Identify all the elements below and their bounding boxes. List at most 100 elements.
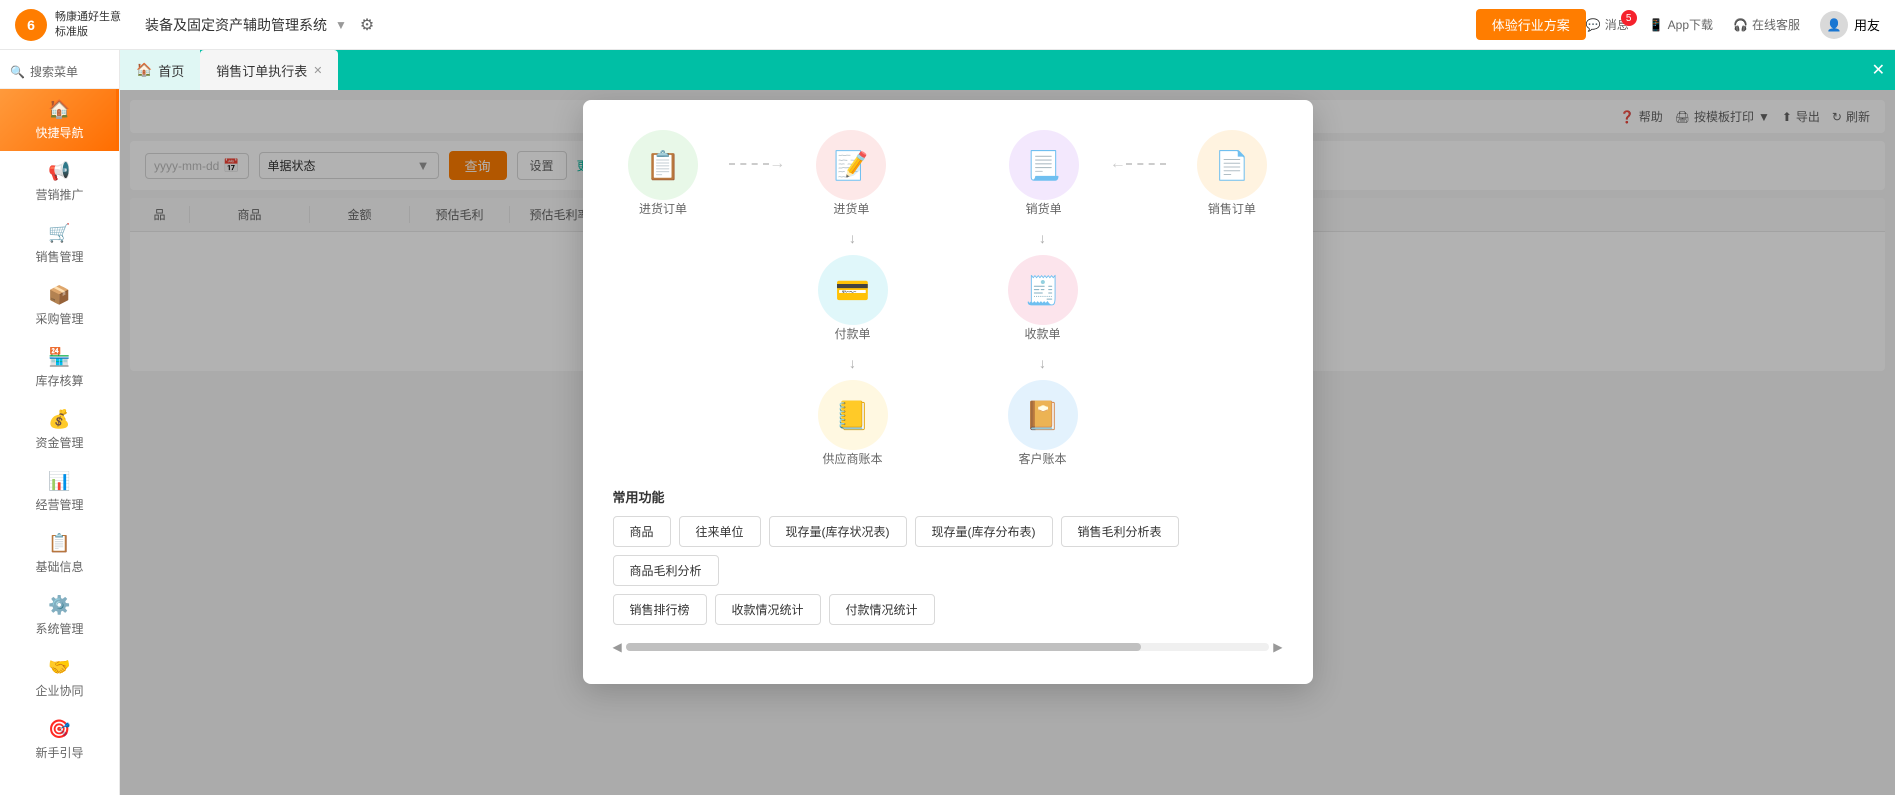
settings-gear-btn[interactable]: ⚙ (360, 15, 374, 35)
experience-btn[interactable]: 体验行业方案 (1476, 9, 1586, 40)
sidebar-item-purchase[interactable]: 📦 采购管理 (0, 275, 119, 337)
sidebar-item-quick-nav[interactable]: 🏠 快捷导航 (0, 89, 119, 151)
sidebar-label-newbie: 新手引导 (35, 744, 83, 761)
purchase-bill-icon: 📝 (834, 149, 869, 182)
func-btn-0[interactable]: 商品 (613, 516, 671, 547)
basic-info-icon: 📋 (48, 533, 70, 554)
func-btn-4[interactable]: 销售毛利分析表 (1061, 516, 1179, 547)
phone-icon: 📱 (1649, 18, 1664, 32)
online-service-btn[interactable]: 🎧 在线客服 (1733, 16, 1800, 33)
payment-circle[interactable]: 💳 (818, 255, 888, 325)
sidebar-item-inventory[interactable]: 🏪 库存核算 (0, 337, 119, 399)
sidebar-item-enterprise[interactable]: 🤝 企业协同 (0, 647, 119, 709)
flow-top-section: 📋 进货订单 → 📝 (613, 130, 1283, 217)
purchase-order-icon: 📋 (646, 149, 681, 182)
sp2 (728, 350, 788, 376)
scroll-right-btn[interactable]: ▶ (1273, 640, 1282, 654)
system-dropdown-btn[interactable]: ▼ (335, 18, 347, 32)
sidebar-label-finance: 资金管理 (35, 434, 83, 451)
flow-item-sales-order[interactable]: 📄 销售订单 (1197, 130, 1267, 217)
home-tab-icon: 🏠 (136, 62, 152, 78)
sidebar-label-basic-info: 基础信息 (35, 558, 83, 575)
tab-close-btn[interactable]: ✕ (313, 64, 322, 77)
sidebar-label-inventory: 库存核算 (35, 372, 83, 389)
system-title-area: 装备及固定资产辅助管理系统 ▼ ⚙ (145, 15, 1476, 35)
headset-icon: 🎧 (1733, 18, 1748, 32)
tab-sales-order-exec[interactable]: 销售订单执行表 ✕ (200, 50, 338, 90)
sidebar-label-quick-nav: 快捷导航 (35, 124, 83, 141)
main-layout: 🔍 搜索菜单 🏠 快捷导航 📢 营销推广 🛒 销售管理 📦 采购管理 🏪 库存核… (0, 50, 1895, 795)
message-btn[interactable]: 💬 消息 5 (1586, 16, 1629, 33)
purchase-order-label: 进货订单 (639, 200, 687, 217)
sp1 (628, 350, 698, 376)
scrollbar-track[interactable] (626, 643, 1270, 651)
username: 用友 (1854, 15, 1880, 34)
tab-home[interactable]: 🏠 首页 (120, 50, 200, 90)
customer-circle[interactable]: 📔 (1008, 380, 1078, 450)
sidebar-item-operations[interactable]: 📊 经营管理 (0, 461, 119, 523)
top-header: 6 畅康通好生意 标准版 装备及固定资产辅助管理系统 ▼ ⚙ 体验行业方案 💬 … (0, 0, 1895, 50)
sidebar-item-sales[interactable]: 🛒 销售管理 (0, 213, 119, 275)
logo-text: 畅康通好生意 标准版 (55, 10, 121, 39)
modal-overlay[interactable]: 📋 进货订单 → 📝 (120, 90, 1895, 795)
customer-label: 客户账本 (1018, 450, 1066, 467)
sidebar-item-finance[interactable]: 💰 资金管理 (0, 399, 119, 461)
sidebar-label-sales: 销售管理 (35, 248, 83, 265)
scroll-area: ◀ ▶ (613, 640, 1283, 654)
header-right: 💬 消息 5 📱 App下载 🎧 在线客服 👤 用友 (1586, 11, 1880, 39)
sales-order-label: 销售订单 (1208, 200, 1256, 217)
flow-middle-section: 💳 付款单 🧾 收款单 (613, 255, 1283, 342)
flow-item-payment[interactable]: 💳 付款单 (818, 255, 888, 342)
tab-bar-close-btn[interactable]: ✕ (1872, 60, 1885, 80)
sidebar-label-purchase: 采购管理 (35, 310, 83, 327)
avatar: 👤 (1820, 11, 1848, 39)
purchase-bill-label: 进货单 (833, 200, 869, 217)
dashed-line-2 (1126, 163, 1166, 165)
down-arrow-sales: ↓ (1008, 230, 1078, 246)
common-title: 常用功能 (613, 487, 1283, 506)
arrow-right-1: → (769, 155, 785, 173)
search-icon: 🔍 (10, 65, 25, 79)
dashed-line-1 (729, 163, 769, 165)
func-btn-8[interactable]: 付款情况统计 (829, 594, 935, 625)
flow-item-supplier[interactable]: 📒 供应商账本 (818, 380, 888, 467)
purchase-order-circle[interactable]: 📋 (628, 130, 698, 200)
receipt-circle[interactable]: 🧾 (1008, 255, 1078, 325)
payment-icon: 💳 (835, 274, 870, 307)
spacer-down-2 (728, 225, 788, 251)
purchase-bill-circle[interactable]: 📝 (816, 130, 886, 200)
search-menu-btn[interactable]: 🔍 搜索菜单 (0, 55, 119, 89)
receipt-label: 收款单 (1024, 325, 1060, 342)
flow-item-purchase-bill[interactable]: 📝 进货单 (816, 130, 886, 217)
func-btn-5[interactable]: 商品毛利分析 (613, 555, 719, 586)
func-btn-3[interactable]: 现存量(库存分布表) (915, 516, 1053, 547)
user-menu[interactable]: 👤 用友 (1820, 11, 1880, 39)
sidebar-item-basic-info[interactable]: 📋 基础信息 (0, 523, 119, 585)
supplier-circle[interactable]: 📒 (818, 380, 888, 450)
flow-item-purchase-order[interactable]: 📋 进货订单 (628, 130, 698, 217)
flow-arrows-down: ↓ ↓ (613, 225, 1283, 251)
func-btn-6[interactable]: 销售排行榜 (613, 594, 707, 625)
sales-bill-circle[interactable]: 📃 (1009, 130, 1079, 200)
supplier-label: 供应商账本 (822, 450, 882, 467)
sidebar-label-enterprise: 企业协同 (35, 682, 83, 699)
spacer-down-3 (918, 225, 978, 251)
flow-item-receipt[interactable]: 🧾 收款单 (1008, 255, 1078, 342)
func-btn-7[interactable]: 收款情况统计 (715, 594, 821, 625)
func-btn-2[interactable]: 现存量(库存状况表) (769, 516, 907, 547)
spacer-down-1 (628, 225, 698, 251)
sidebar-item-system[interactable]: ⚙️ 系统管理 (0, 585, 119, 647)
finance-icon: 💰 (48, 409, 70, 430)
sidebar-item-marketing[interactable]: 📢 营销推广 (0, 151, 119, 213)
spacer-down-4 (1108, 225, 1168, 251)
sidebar-item-newbie[interactable]: 🎯 新手引导 (0, 709, 119, 771)
purchase-icon: 📦 (48, 285, 70, 306)
scroll-left-btn[interactable]: ◀ (613, 640, 622, 654)
func-btn-1[interactable]: 往来单位 (679, 516, 761, 547)
page-content: ❓ 帮助 🖨 按模板打印 ▼ ⬆ 导出 ↻ 刷新 (120, 90, 1895, 795)
sales-order-circle[interactable]: 📄 (1197, 130, 1267, 200)
app-download-btn[interactable]: 📱 App下载 (1649, 16, 1713, 33)
flow-item-customer[interactable]: 📔 客户账本 (1008, 380, 1078, 467)
flow-item-sales-bill[interactable]: 📃 销货单 (1009, 130, 1079, 217)
sales-bill-label: 销货单 (1026, 200, 1062, 217)
